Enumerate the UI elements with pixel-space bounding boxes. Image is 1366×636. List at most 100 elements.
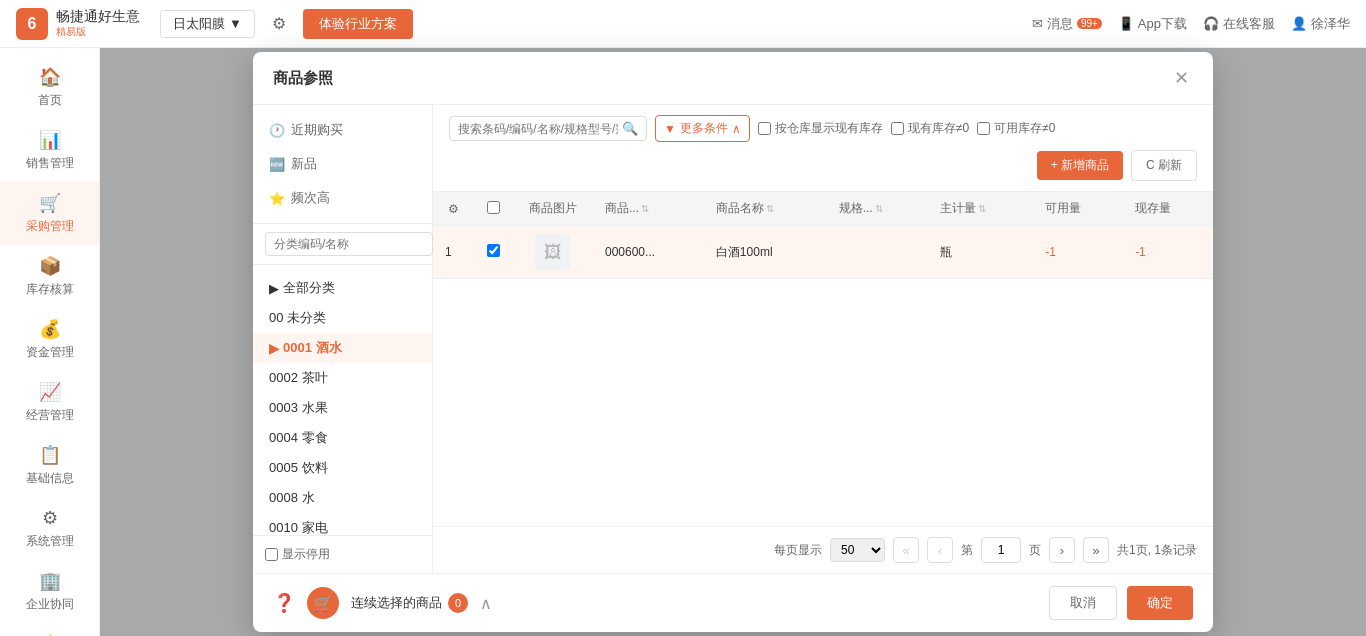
category-water[interactable]: 0008 水 bbox=[253, 483, 432, 513]
sidebar-label-basic: 基础信息 bbox=[26, 470, 74, 487]
logo-area: 6 畅捷通好生意 精易版 bbox=[16, 8, 140, 40]
th-stock[interactable]: 现存量 bbox=[1123, 192, 1213, 226]
th-name[interactable]: 商品名称⇅ bbox=[704, 192, 827, 226]
category-search-input[interactable] bbox=[265, 232, 433, 256]
show-disabled-input[interactable] bbox=[265, 548, 278, 561]
search-magnifier-icon[interactable]: 🔍 bbox=[622, 121, 638, 136]
purchase-icon: 🛒 bbox=[39, 192, 61, 214]
basic-icon: 📋 bbox=[39, 444, 61, 466]
product-table: ⚙ 商品图片 商品...⇅ 商品名称⇅ bbox=[433, 192, 1213, 279]
last-page-btn[interactable]: » bbox=[1083, 537, 1109, 563]
show-disabled-checkbox[interactable]: 显示停用 bbox=[265, 546, 330, 563]
category-beverage[interactable]: 0005 饮料 bbox=[253, 453, 432, 483]
page-size-select[interactable]: 50 20 100 bbox=[830, 538, 885, 562]
message-btn[interactable]: ✉ 消息 99+ bbox=[1032, 15, 1102, 33]
selected-count-badge: 0 bbox=[448, 593, 468, 613]
sidebar-item-home[interactable]: 🏠 首页 bbox=[0, 56, 99, 119]
nav-right: ✉ 消息 99+ 📱 App下载 🎧 在线客服 👤 徐泽华 bbox=[1032, 15, 1350, 33]
cancel-button[interactable]: 取消 bbox=[1049, 586, 1117, 620]
available-nonzero-checkbox[interactable]: 可用库存≠0 bbox=[977, 120, 1055, 137]
modal-close-button[interactable]: ✕ bbox=[1169, 66, 1193, 90]
category-fruit[interactable]: 0003 水果 bbox=[253, 393, 432, 423]
sidebar-label-inventory: 库存核算 bbox=[26, 281, 74, 298]
new-products-item[interactable]: 🆕 新品 bbox=[253, 147, 432, 181]
row-name: 白酒100ml bbox=[704, 226, 827, 279]
sidebar-item-sales[interactable]: 📊 销售管理 bbox=[0, 119, 99, 182]
product-reference-modal: 商品参照 ✕ 🕐 近期购买 🆕 bbox=[253, 52, 1213, 632]
sales-icon: 📊 bbox=[39, 129, 61, 151]
product-table-wrapper: ⚙ 商品图片 商品...⇅ 商品名称⇅ bbox=[433, 192, 1213, 526]
product-thumbnail: 🖼 bbox=[535, 234, 571, 270]
sidebar-item-system[interactable]: ⚙ 系统管理 bbox=[0, 497, 99, 560]
sidebar-item-finance[interactable]: 💰 资金管理 bbox=[0, 308, 99, 371]
row-available: -1 bbox=[1033, 226, 1123, 279]
new-icon: 🆕 bbox=[269, 157, 285, 172]
sidebar: 🏠 首页 📊 销售管理 🛒 采购管理 📦 库存核算 💰 资金管理 📈 经营管理 … bbox=[0, 48, 100, 636]
prev-page-btn[interactable]: ‹ bbox=[927, 537, 953, 563]
row-unit: 瓶 bbox=[928, 226, 1033, 279]
th-spec[interactable]: 规格...⇅ bbox=[827, 192, 929, 226]
stock-nonzero-input[interactable] bbox=[891, 122, 904, 135]
cart-button[interactable]: 🛒 bbox=[307, 587, 339, 619]
chevron-up-icon: ∧ bbox=[732, 122, 741, 136]
help-icon[interactable]: ❓ bbox=[273, 592, 295, 614]
first-page-btn[interactable]: « bbox=[893, 537, 919, 563]
th-settings: ⚙ bbox=[433, 192, 473, 226]
inventory-icon: 📦 bbox=[39, 255, 61, 277]
category-all[interactable]: ▶ 全部分类 bbox=[253, 273, 432, 303]
user-btn[interactable]: 👤 徐泽华 bbox=[1291, 15, 1350, 33]
frequent-item[interactable]: ⭐ 频次高 bbox=[253, 181, 432, 215]
sidebar-item-enterprise[interactable]: 🏢 企业协同 bbox=[0, 560, 99, 623]
filter-icon: ▼ bbox=[664, 122, 676, 136]
toolbar-right: + 新增商品 C 刷新 bbox=[1037, 150, 1197, 181]
recent-purchase-item[interactable]: 🕐 近期购买 bbox=[253, 113, 432, 147]
category-uncategorized[interactable]: 00 未分类 bbox=[253, 303, 432, 333]
next-page-btn[interactable]: › bbox=[1049, 537, 1075, 563]
category-electronics[interactable]: 0010 家电 bbox=[253, 513, 432, 535]
collapse-footer-icon[interactable]: ∧ bbox=[480, 594, 492, 613]
add-product-btn[interactable]: + 新增商品 bbox=[1037, 151, 1123, 180]
trial-btn[interactable]: 体验行业方案 bbox=[303, 9, 413, 39]
category-tea[interactable]: 0002 茶叶 bbox=[253, 363, 432, 393]
available-nonzero-input[interactable] bbox=[977, 122, 990, 135]
continuous-label: 连续选择的商品 0 bbox=[351, 593, 468, 613]
row-select-checkbox[interactable] bbox=[487, 244, 500, 257]
modal-title: 商品参照 bbox=[273, 69, 333, 88]
product-search-input[interactable] bbox=[458, 122, 618, 136]
warehouse-stock-input[interactable] bbox=[758, 122, 771, 135]
sidebar-item-inventory[interactable]: 📦 库存核算 bbox=[0, 245, 99, 308]
enterprise-icon: 🏢 bbox=[39, 570, 61, 592]
sidebar-label-operation: 经营管理 bbox=[26, 407, 74, 424]
main-layout: 🏠 首页 📊 销售管理 🛒 采购管理 📦 库存核算 💰 资金管理 📈 经营管理 … bbox=[0, 48, 1366, 636]
row-checkbox bbox=[473, 226, 513, 279]
page-prefix-label: 第 bbox=[961, 542, 973, 559]
sidebar-item-basic[interactable]: 📋 基础信息 bbox=[0, 434, 99, 497]
sidebar-item-purchase[interactable]: 🛒 采购管理 bbox=[0, 182, 99, 245]
app-download-btn[interactable]: 📱 App下载 bbox=[1118, 15, 1187, 33]
page-number-input[interactable] bbox=[981, 537, 1021, 563]
sidebar-label-sales: 销售管理 bbox=[26, 155, 74, 172]
th-available[interactable]: 可用量 bbox=[1033, 192, 1123, 226]
sidebar-item-guide[interactable]: 🌟 新手引导 bbox=[0, 623, 99, 636]
row-num: 1 bbox=[433, 226, 473, 279]
sidebar-item-operation[interactable]: 📈 经营管理 bbox=[0, 371, 99, 434]
refresh-btn[interactable]: C 刷新 bbox=[1131, 150, 1197, 181]
more-filter-btn[interactable]: ▼ 更多条件 ∧ bbox=[655, 115, 750, 142]
confirm-button[interactable]: 确定 bbox=[1127, 586, 1193, 620]
online-service-btn[interactable]: 🎧 在线客服 bbox=[1203, 15, 1275, 33]
table-header-row: ⚙ 商品图片 商品...⇅ 商品名称⇅ bbox=[433, 192, 1213, 226]
category-liquor[interactable]: ▶ 0001 酒水 bbox=[253, 333, 432, 363]
select-all-checkbox[interactable] bbox=[487, 201, 500, 214]
show-disabled-area: 显示停用 bbox=[253, 535, 432, 573]
branch-selector[interactable]: 日太阳膜 ▼ bbox=[160, 10, 255, 38]
warehouse-stock-checkbox[interactable]: 按仓库显示现有库存 bbox=[758, 120, 883, 137]
th-unit[interactable]: 主计量⇅ bbox=[928, 192, 1033, 226]
settings-icon[interactable]: ⚙ bbox=[263, 8, 295, 40]
table-row[interactable]: 1 🖼 000600... 白酒100ml 瓶 bbox=[433, 226, 1213, 279]
category-snacks[interactable]: 0004 零食 bbox=[253, 423, 432, 453]
th-code[interactable]: 商品...⇅ bbox=[593, 192, 704, 226]
product-search-box: 🔍 bbox=[449, 116, 647, 141]
sidebar-label-purchase: 采购管理 bbox=[26, 218, 74, 235]
th-checkbox bbox=[473, 192, 513, 226]
stock-nonzero-checkbox[interactable]: 现有库存≠0 bbox=[891, 120, 969, 137]
